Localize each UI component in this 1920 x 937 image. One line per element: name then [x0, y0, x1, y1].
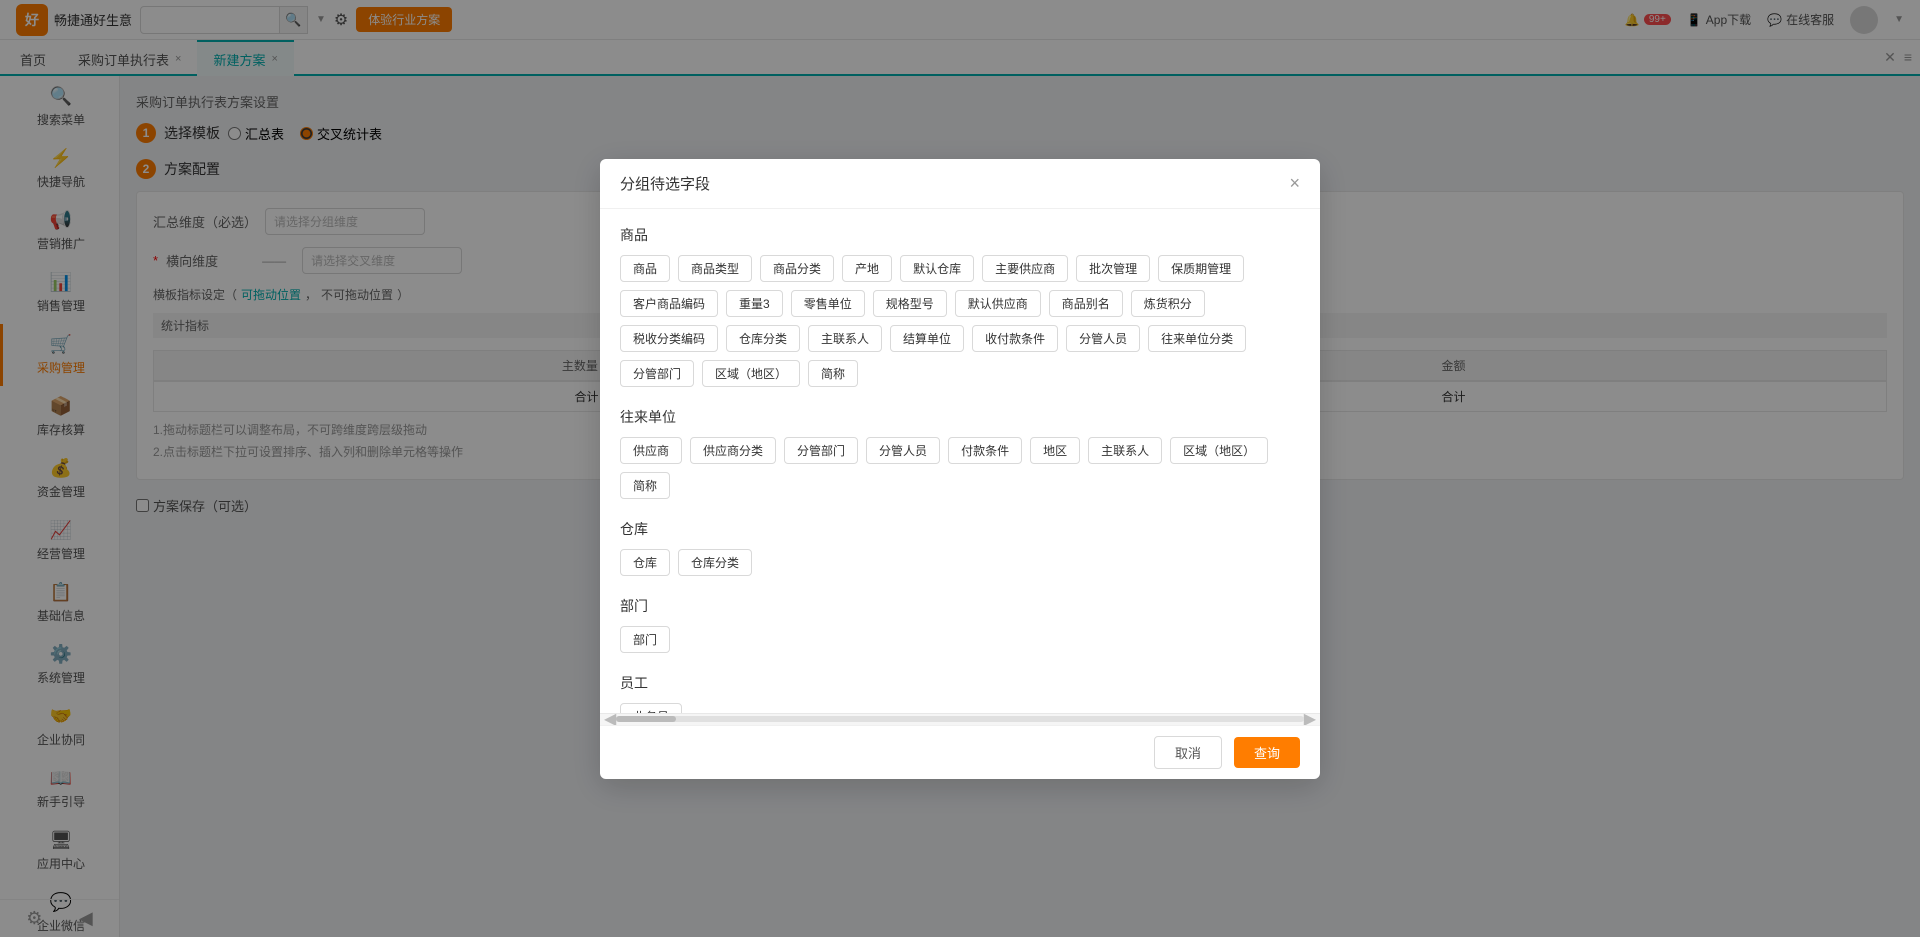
field-group-department-title: 部门	[620, 596, 1300, 616]
field-tag-payment-terms[interactable]: 收付款条件	[972, 325, 1058, 352]
field-tag-dept[interactable]: 分管部门	[620, 360, 694, 387]
field-tags-employee: 业务员	[620, 703, 1300, 713]
field-tags-warehouse: 仓库 仓库分类	[620, 549, 1300, 576]
field-group-warehouse-title: 仓库	[620, 519, 1300, 539]
field-group-product: 商品 商品 商品类型 商品分类 产地 默认仓库 主要供应商 批次管理 保质期管理…	[620, 225, 1300, 387]
field-tags-partner: 供应商 供应商分类 分管部门 分管人员 付款条件 地区 主联系人 区域（地区） …	[620, 437, 1300, 499]
hscroll-track	[616, 716, 1303, 722]
field-group-employee-title: 员工	[620, 673, 1300, 693]
field-group-partner: 往来单位 供应商 供应商分类 分管部门 分管人员 付款条件 地区 主联系人 区域…	[620, 407, 1300, 499]
field-tags-product: 商品 商品类型 商品分类 产地 默认仓库 主要供应商 批次管理 保质期管理 客户…	[620, 255, 1300, 387]
modal-header: 分组待选字段 ×	[600, 159, 1320, 209]
field-tag-product-type[interactable]: 商品类型	[678, 255, 752, 282]
field-tag-mgmt-dept[interactable]: 分管部门	[784, 437, 858, 464]
field-tag-customer-code[interactable]: 客户商品编码	[620, 290, 718, 317]
field-tag-warehouse[interactable]: 仓库	[620, 549, 670, 576]
field-group-warehouse: 仓库 仓库 仓库分类	[620, 519, 1300, 576]
field-tag-expiry-mgmt[interactable]: 保质期管理	[1158, 255, 1244, 282]
field-group-employee: 员工 业务员	[620, 673, 1300, 713]
field-tag-short-name-product[interactable]: 简称	[808, 360, 858, 387]
field-tag-department[interactable]: 部门	[620, 626, 670, 653]
hscroll-thumb	[616, 716, 676, 722]
modal-close-button[interactable]: ×	[1289, 173, 1300, 194]
field-tag-product-category[interactable]: 商品分类	[760, 255, 834, 282]
field-tag-main-contact-partner[interactable]: 主联系人	[1088, 437, 1162, 464]
field-tag-product-alias[interactable]: 商品别名	[1049, 290, 1123, 317]
field-tag-main-supplier[interactable]: 主要供应商	[982, 255, 1068, 282]
field-tag-batch-mgmt[interactable]: 批次管理	[1076, 255, 1150, 282]
field-group-product-title: 商品	[620, 225, 1300, 245]
field-tags-department: 部门	[620, 626, 1300, 653]
field-tag-mgmt-person[interactable]: 分管人员	[866, 437, 940, 464]
modal-body[interactable]: 商品 商品 商品类型 商品分类 产地 默认仓库 主要供应商 批次管理 保质期管理…	[600, 209, 1320, 713]
field-tag-weight3[interactable]: 重量3	[726, 290, 783, 317]
field-tag-spec-model[interactable]: 规格型号	[873, 290, 947, 317]
field-group-department: 部门 部门	[620, 596, 1300, 653]
modal-cancel-button[interactable]: 取消	[1154, 736, 1222, 769]
field-tag-area[interactable]: 地区	[1030, 437, 1080, 464]
field-tag-main-contact[interactable]: 主联系人	[808, 325, 882, 352]
field-tag-warehouse-cat[interactable]: 仓库分类	[678, 549, 752, 576]
field-tag-default-supplier[interactable]: 默认供应商	[955, 290, 1041, 317]
field-tag-default-warehouse[interactable]: 默认仓库	[900, 255, 974, 282]
field-tag-origin[interactable]: 产地	[842, 255, 892, 282]
field-tag-refine-points[interactable]: 炼货积分	[1131, 290, 1205, 317]
field-tag-tax-code[interactable]: 税收分类编码	[620, 325, 718, 352]
field-tag-partner-category[interactable]: 往来单位分类	[1148, 325, 1246, 352]
field-group-partner-title: 往来单位	[620, 407, 1300, 427]
field-tag-settlement-unit[interactable]: 结算单位	[890, 325, 964, 352]
modal-footer: 取消 查询	[600, 725, 1320, 779]
field-tag-warehouse-category[interactable]: 仓库分类	[726, 325, 800, 352]
field-tag-region-partner[interactable]: 区域（地区）	[1170, 437, 1268, 464]
field-tag-supplier-category[interactable]: 供应商分类	[690, 437, 776, 464]
modal-overlay: 分组待选字段 × 商品 商品 商品类型 商品分类 产地 默认仓库 主要供应商 批…	[0, 0, 1920, 937]
modal-confirm-button[interactable]: 查询	[1234, 737, 1300, 768]
modal-hscroll[interactable]: ◀ ▶	[600, 713, 1320, 725]
field-tag-product[interactable]: 商品	[620, 255, 670, 282]
field-select-modal: 分组待选字段 × 商品 商品 商品类型 商品分类 产地 默认仓库 主要供应商 批…	[600, 159, 1320, 779]
modal-title: 分组待选字段	[620, 173, 710, 194]
field-tag-manager[interactable]: 分管人员	[1066, 325, 1140, 352]
field-tag-short-name-partner[interactable]: 简称	[620, 472, 670, 499]
field-tag-payment-cond[interactable]: 付款条件	[948, 437, 1022, 464]
field-tag-retail-unit[interactable]: 零售单位	[791, 290, 865, 317]
field-tag-supplier[interactable]: 供应商	[620, 437, 682, 464]
field-tag-sales-person[interactable]: 业务员	[620, 703, 682, 713]
field-tag-region-product[interactable]: 区域（地区）	[702, 360, 800, 387]
